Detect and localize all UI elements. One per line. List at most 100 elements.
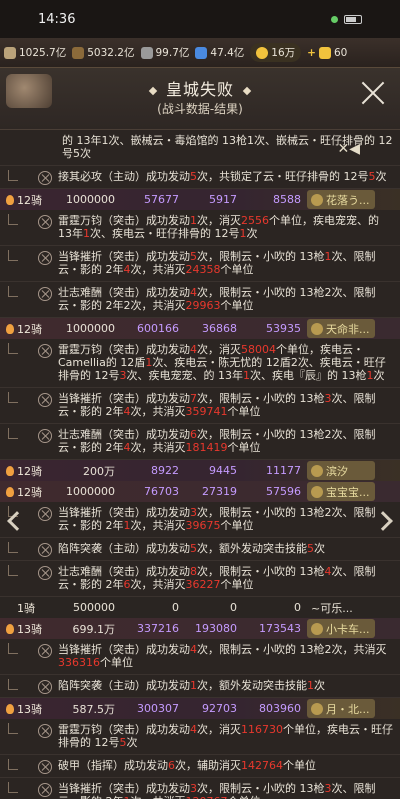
tree-branch-icon xyxy=(8,170,18,181)
army-stat-c1: 600166 xyxy=(137,322,179,335)
log-entry: 当锋摧折（突击）成功发动4次，限制云・小吹的 13枪2次，共消灭336316个单… xyxy=(0,639,400,675)
tree-branch-icon xyxy=(8,214,18,225)
log-text: 陷阵突袭（主动）成功发动5次，额外发动突击技能5次 xyxy=(58,542,325,555)
speaker-icon[interactable]: ✕◀ xyxy=(338,141,361,157)
army-stat-c3: 173543 xyxy=(259,622,301,635)
player-name[interactable]: 月・北... xyxy=(307,699,375,718)
player-avatar-icon xyxy=(311,622,323,635)
dialog-header: 皇城失败 (战斗数据-结果) xyxy=(0,68,400,130)
army-row[interactable]: 1骑 500000 0 0 0 ~可乐... xyxy=(0,597,400,618)
army-stat-c1: 57677 xyxy=(144,193,179,206)
skill-icon xyxy=(38,724,52,738)
tree-branch-icon xyxy=(8,782,18,793)
resource-3[interactable]: 99.7亿 xyxy=(140,45,189,60)
wood-icon xyxy=(72,46,85,59)
skill-icon xyxy=(38,171,52,185)
tree-branch-icon xyxy=(8,250,18,261)
log-text: 当锋摧折（突击）成功发动7次，限制云・小吹的 13枪3次、限制云・影的 2年4次… xyxy=(58,392,376,418)
skill-icon xyxy=(38,251,52,265)
player-name[interactable]: 小卡车... xyxy=(307,619,375,638)
coin-icon xyxy=(256,46,269,59)
log-entry: 壮志难酬（突击）成功发动8次，限制云・小吹的 13枪4次、限制云・影的 2年6次… xyxy=(0,561,400,597)
player-name-label: 滨汐 xyxy=(326,464,348,478)
army-unit: 12骑 xyxy=(17,464,42,478)
skill-icon xyxy=(38,507,52,521)
player-name[interactable]: 宝宝宝... xyxy=(307,482,375,501)
log-entry: 当锋摧折（突击）成功发动7次，限制云・小吹的 13枪3次、限制云・影的 2年4次… xyxy=(0,388,400,424)
log-entry: 当锋摧折（突击）成功发动3次，限制云・小吹的 13枪3次、限制云・影的 2年1次… xyxy=(0,778,400,799)
skill-icon xyxy=(38,760,52,774)
player-name-label: 花落う... xyxy=(326,193,370,207)
log-entry: 陷阵突袭（主动）成功发动1次，额外发动突击技能1次 xyxy=(0,675,400,698)
resource-gold[interactable]: 16万 xyxy=(250,43,302,62)
tree-branch-icon xyxy=(8,286,18,297)
resource-4[interactable]: 47.4亿 xyxy=(195,45,244,60)
army-row[interactable]: 12骑 200万 8922 9445 11177 滨汐 xyxy=(0,460,400,481)
army-stat-c2: 9445 xyxy=(209,464,237,477)
player-name[interactable]: 天命非... xyxy=(307,319,375,338)
army-troops: 699.1万 xyxy=(72,622,116,636)
player-name[interactable]: ~可乐... xyxy=(307,598,375,617)
tree-branch-icon xyxy=(8,723,18,734)
player-name-label: 宝宝宝... xyxy=(326,485,370,499)
log-entry: 壮志难酬（突击）成功发动4次，限制云・小吹的 13枪2次、限制云・影的 2年2次… xyxy=(0,282,400,318)
battery-icon xyxy=(344,14,362,24)
resource-1[interactable]: 1025.7亿 xyxy=(4,45,66,60)
tree-branch-icon xyxy=(8,343,18,354)
player-name[interactable]: 花落う... xyxy=(307,190,375,209)
log-text: 当锋摧折（突击）成功发动3次，限制云・小吹的 13枪3次、限制云・影的 2年1次… xyxy=(58,782,376,799)
tree-branch-icon xyxy=(8,392,18,403)
log-text: 雷霆万钧（突击）成功发动1次，消灭2556个单位，疾电宠宠、的 13年1次、疾电… xyxy=(58,214,379,240)
army-stat-c2: 92703 xyxy=(202,702,237,715)
flame-icon xyxy=(6,486,14,497)
army-row[interactable]: 13骑 699.1万 337216 193080 173543 小卡车... xyxy=(0,618,400,639)
army-unit: 13骑 xyxy=(17,702,42,716)
army-troops: 1000000 xyxy=(66,322,115,335)
flame-icon xyxy=(6,323,14,334)
log-entry: 陷阵突袭（主动）成功发动5次，额外发动突击技能5次 xyxy=(0,538,400,561)
tree-branch-icon xyxy=(8,759,18,770)
army-stat-c2: 193080 xyxy=(195,622,237,635)
army-stat-c3: 57596 xyxy=(266,485,301,498)
battle-log[interactable]: 的 13年1次、嵌械云・毒焰馆的 13枪1次、嵌械云・旺仔排骨的 12号5次 接… xyxy=(0,130,400,799)
page-title: 皇城失败 xyxy=(0,76,400,100)
status-bar: 14:36 xyxy=(0,0,400,38)
army-troops: 500000 xyxy=(73,601,115,614)
log-text: 当锋摧折（突击）成功发动4次，限制云・小吹的 13枪2次，共消灭336316个单… xyxy=(58,643,387,669)
stone-icon xyxy=(140,46,153,59)
log-text: 壮志难酬（突击）成功发动6次，限制云・小吹的 13枪2次、限制云・影的 2年4次… xyxy=(58,428,376,454)
flame-icon xyxy=(6,194,14,205)
player-avatar-icon xyxy=(311,702,323,715)
log-text: 壮志难酬（突击）成功发动4次，限制云・小吹的 13枪2次、限制云・影的 2年2次… xyxy=(58,286,376,312)
army-row[interactable]: 12骑 1000000 600166 36868 53935 天命非... xyxy=(0,318,400,339)
plus-icon[interactable]: + xyxy=(307,47,316,59)
status-time: 14:36 xyxy=(38,11,76,27)
army-stat-c1: 0 xyxy=(172,601,179,614)
army-unit: 13骑 xyxy=(17,622,42,636)
army-row[interactable]: 12骑 1000000 57677 5917 8588 花落う... xyxy=(0,189,400,210)
player-name-label: 小卡车... xyxy=(326,622,370,636)
army-stat-c2: 5917 xyxy=(209,193,237,206)
system-icons xyxy=(331,14,362,24)
army-stat-c2: 0 xyxy=(230,601,237,614)
resource-2[interactable]: 5032.2亿 xyxy=(72,45,135,60)
flame-icon xyxy=(6,465,14,476)
log-entry: 雷霆万钧（突击）成功发动4次，消灭58004个单位，疾电云・Camellia的 … xyxy=(0,339,400,388)
army-row[interactable]: 12骑 1000000 76703 27319 57596 宝宝宝... xyxy=(0,481,400,502)
skill-icon xyxy=(38,680,52,694)
log-text: 当锋摧折（突击）成功发动3次，限制云・小吹的 13枪2次、限制云・影的 2年1次… xyxy=(58,506,376,532)
army-stat-c3: 53935 xyxy=(266,322,301,335)
army-row[interactable]: 13骑 587.5万 300307 92703 803960 月・北... xyxy=(0,698,400,719)
army-stat-c3: 803960 xyxy=(259,702,301,715)
resource-diamond[interactable]: +60 xyxy=(307,46,347,59)
diamond-ornament-icon xyxy=(242,86,252,95)
flame-icon xyxy=(6,623,14,634)
close-button[interactable] xyxy=(360,80,386,106)
army-unit: 12骑 xyxy=(17,193,42,207)
army-stat-c3: 11177 xyxy=(266,464,301,477)
crystal-icon xyxy=(195,46,208,59)
resource-bar: 1025.7亿 5032.2亿 99.7亿 47.4亿 16万 +60 xyxy=(0,38,400,68)
army-unit: 1骑 xyxy=(17,601,35,615)
player-name[interactable]: 滨汐 xyxy=(307,461,375,480)
tree-branch-icon xyxy=(8,542,18,553)
